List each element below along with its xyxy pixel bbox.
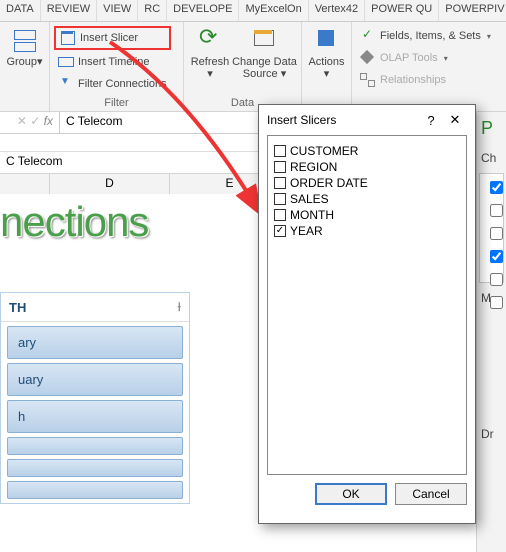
change-data-source-button[interactable]: Change Data Source ▾ bbox=[232, 24, 297, 82]
slicer-item[interactable]: h bbox=[7, 400, 183, 433]
cell-value[interactable]: C Telecom bbox=[0, 152, 68, 173]
field-label: YEAR bbox=[290, 224, 323, 238]
filter-group-label: Filter bbox=[50, 97, 183, 111]
tab-review[interactable]: REVIEW bbox=[41, 0, 97, 21]
field-sales[interactable]: SALES bbox=[274, 192, 460, 206]
col-d[interactable]: D bbox=[50, 174, 170, 194]
refresh-icon bbox=[196, 26, 224, 54]
tab-view[interactable]: VIEW bbox=[97, 0, 138, 21]
refresh-label: Refresh bbox=[191, 56, 230, 68]
field-list-panel: P Ch M Dr bbox=[476, 112, 506, 552]
tab-data[interactable]: DATA bbox=[0, 0, 41, 21]
slicer-item[interactable] bbox=[7, 437, 183, 455]
sheet-slicer-header: TH ⟊ bbox=[1, 293, 189, 322]
tab-vertex42[interactable]: Vertex42 bbox=[309, 0, 365, 21]
field-label: SALES bbox=[290, 192, 329, 206]
insert-slicers-dialog: Insert Slicers ? ✕ CUSTOMER REGION ORDER… bbox=[258, 104, 476, 524]
tab-developer[interactable]: DEVELOPE bbox=[167, 0, 239, 21]
dialog-title: Insert Slicers bbox=[267, 113, 419, 127]
ribbon-group-data: Refresh▾ Change Data Source ▾ Data bbox=[184, 22, 302, 111]
ribbon-group-filter: Insert Slicer Insert Timeline Filter Con… bbox=[50, 22, 184, 111]
checkbox[interactable] bbox=[274, 177, 286, 189]
field-check[interactable] bbox=[490, 296, 503, 309]
insert-slicer-label: Insert Slicer bbox=[80, 32, 138, 44]
tab-powerpivot[interactable]: POWERPIV bbox=[439, 0, 506, 21]
field-label: CUSTOMER bbox=[290, 144, 358, 158]
fields-items-sets-button[interactable]: Fields, Items, & Sets▾ bbox=[356, 26, 495, 46]
field-check[interactable] bbox=[490, 227, 503, 240]
ribbon-group-group: Group▾ bbox=[0, 22, 50, 111]
field-label: REGION bbox=[290, 160, 337, 174]
field-customer[interactable]: CUSTOMER bbox=[274, 144, 460, 158]
checkbox[interactable] bbox=[274, 193, 286, 205]
checkbox[interactable] bbox=[274, 161, 286, 173]
actions-label: Actions bbox=[308, 56, 344, 68]
ribbon-group-calc: Fields, Items, & Sets▾ OLAP Tools▾ Relat… bbox=[352, 22, 506, 111]
fields-icon bbox=[360, 28, 376, 44]
panel-sub: Ch bbox=[477, 145, 506, 171]
field-region[interactable]: REGION bbox=[274, 160, 460, 174]
close-button[interactable]: ✕ bbox=[443, 112, 467, 128]
tab-myexcelon[interactable]: MyExcelOn bbox=[239, 0, 308, 21]
timeline-icon bbox=[58, 54, 74, 70]
field-check[interactable] bbox=[490, 204, 503, 217]
field-check[interactable] bbox=[490, 181, 503, 194]
group-label: Group bbox=[6, 56, 37, 68]
actions-icon bbox=[313, 26, 341, 54]
change-source-icon bbox=[250, 26, 278, 54]
relationships-label: Relationships bbox=[380, 74, 446, 86]
sheet-slicer-title: TH bbox=[9, 300, 26, 315]
field-label: ORDER DATE bbox=[290, 176, 368, 190]
fields-label: Fields, Items, & Sets bbox=[380, 30, 481, 42]
insert-timeline-button[interactable]: Insert Timeline bbox=[54, 52, 171, 72]
group-icon bbox=[11, 26, 39, 54]
slicer-item[interactable] bbox=[7, 481, 183, 499]
olap-label: OLAP Tools bbox=[380, 52, 438, 64]
panel-drag: Dr bbox=[477, 421, 506, 447]
group-button[interactable]: Group▾ bbox=[4, 24, 45, 70]
ribbon-group-actions: Actions▾ bbox=[302, 22, 352, 111]
relationships-button: Relationships bbox=[356, 70, 495, 90]
field-check[interactable] bbox=[490, 250, 503, 263]
help-button[interactable]: ? bbox=[419, 113, 443, 128]
clear-filter-icon[interactable]: ⟊ bbox=[178, 299, 181, 315]
group-group-label bbox=[0, 97, 49, 111]
checkbox[interactable] bbox=[274, 145, 286, 157]
sheet-slicer[interactable]: TH ⟊ ary uary h bbox=[0, 292, 190, 504]
insert-slicer-button[interactable]: Insert Slicer bbox=[54, 26, 171, 50]
checkbox[interactable] bbox=[274, 209, 286, 221]
ok-button[interactable]: OK bbox=[315, 483, 387, 505]
slicer-item[interactable]: uary bbox=[7, 363, 183, 396]
field-check[interactable] bbox=[490, 273, 503, 286]
olap-icon bbox=[360, 50, 376, 66]
filter-connections-label: Filter Connections bbox=[78, 78, 167, 90]
field-year[interactable]: YEAR bbox=[274, 224, 460, 238]
cancel-button[interactable]: Cancel bbox=[395, 483, 467, 505]
refresh-button[interactable]: Refresh▾ bbox=[188, 24, 232, 82]
dialog-buttons: OK Cancel bbox=[259, 475, 475, 513]
actions-button[interactable]: Actions▾ bbox=[306, 24, 347, 82]
dialog-titlebar[interactable]: Insert Slicers ? ✕ bbox=[259, 105, 475, 135]
tab-powerquery[interactable]: POWER QU bbox=[365, 0, 439, 21]
slicer-icon bbox=[60, 30, 76, 46]
field-label: MONTH bbox=[290, 208, 334, 222]
col-blank[interactable] bbox=[0, 174, 50, 194]
slicer-item[interactable]: ary bbox=[7, 326, 183, 359]
olap-tools-button: OLAP Tools▾ bbox=[356, 48, 495, 68]
checkbox-checked[interactable] bbox=[274, 225, 286, 237]
change-source-label: Change Data Source bbox=[232, 56, 297, 80]
insert-timeline-label: Insert Timeline bbox=[78, 56, 150, 68]
ribbon: Group▾ Insert Slicer Insert Timeline Fil… bbox=[0, 22, 506, 112]
dialog-field-list: CUSTOMER REGION ORDER DATE SALES MONTH Y… bbox=[267, 135, 467, 475]
filter-connections-icon bbox=[58, 76, 74, 92]
ribbon-tabs: DATA REVIEW VIEW RC DEVELOPE MyExcelOn V… bbox=[0, 0, 506, 22]
field-order-date[interactable]: ORDER DATE bbox=[274, 176, 460, 190]
slicer-item[interactable] bbox=[7, 459, 183, 477]
filter-connections-button[interactable]: Filter Connections bbox=[54, 74, 171, 94]
tab-rc[interactable]: RC bbox=[138, 0, 167, 21]
relationships-icon bbox=[360, 72, 376, 88]
field-month[interactable]: MONTH bbox=[274, 208, 460, 222]
fx-label: ✕ ✓ fx bbox=[0, 112, 60, 133]
panel-title: P bbox=[477, 112, 506, 145]
